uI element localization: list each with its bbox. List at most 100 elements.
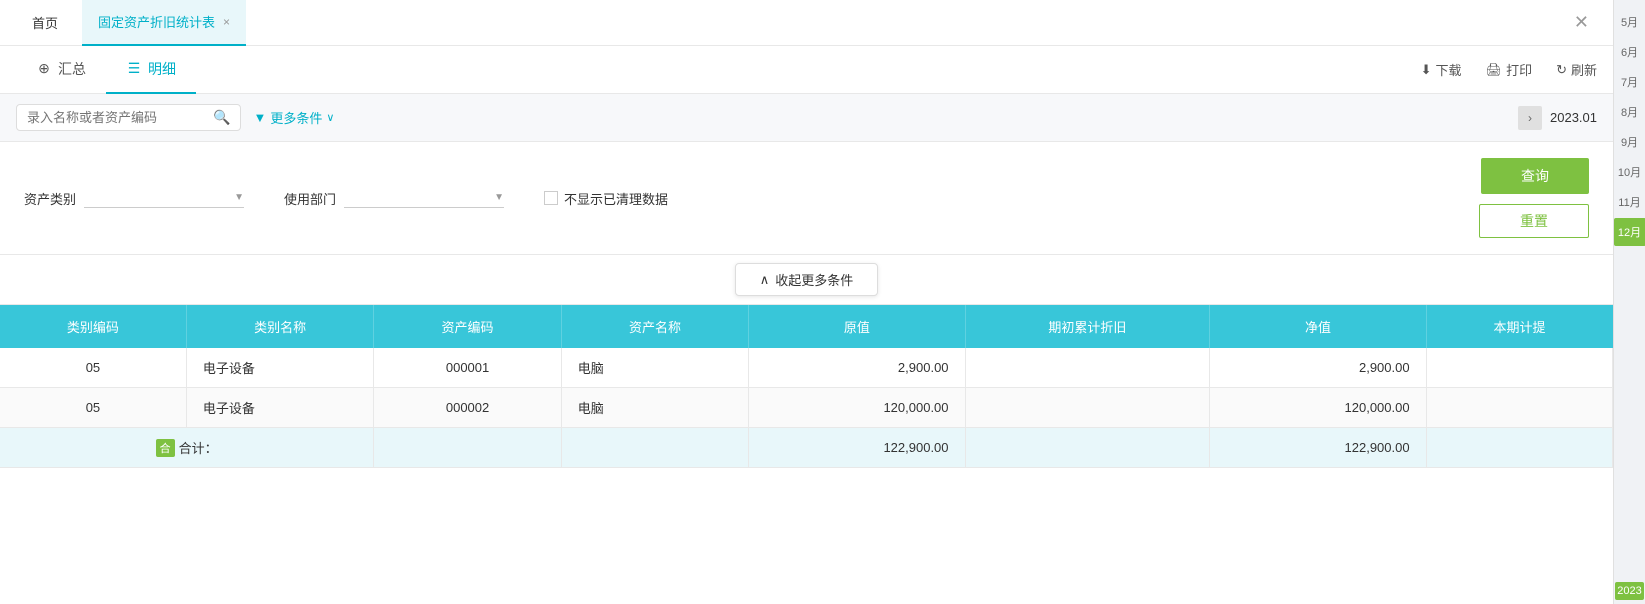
asset-category-select[interactable]: ▼ [84, 188, 244, 208]
total-label-cell: 合 合计： [0, 428, 374, 468]
cell-asset-name: 电脑 [561, 348, 748, 388]
col-accumulated-depreciation: 期初累计折旧 [965, 305, 1210, 348]
cell-asset-name: 电脑 [561, 388, 748, 428]
tab-summary-label: 汇总 [58, 59, 86, 79]
col-net-value: 净值 [1210, 305, 1426, 348]
cell-category-name: 电子设备 [186, 388, 373, 428]
filter-buttons: 查询 重置 [1479, 158, 1589, 238]
sidebar-month-item[interactable]: 8月 [1614, 98, 1645, 126]
use-department-label: 使用部门 [284, 189, 336, 208]
table-header-row: 类别编码 类别名称 资产编码 资产名称 原值 期初累计折旧 净值 本期计提 [0, 305, 1613, 348]
collapse-icon: ∧ [760, 272, 770, 288]
col-category-name: 类别名称 [186, 305, 373, 348]
filter-icon: ▼ [253, 110, 266, 125]
sidebar-month-item[interactable]: 5月 [1614, 8, 1645, 36]
collapse-label: 收起更多条件 [775, 270, 853, 289]
tab-summary[interactable]: ⊕ 汇总 [16, 46, 106, 94]
cell-original-value: 120,000.00 [749, 388, 965, 428]
cell-current-depreciation [1426, 388, 1612, 428]
use-department-filter: 使用部门 ▼ [284, 188, 504, 208]
date-arrow-button[interactable]: › [1518, 106, 1542, 130]
cell-category-code: 05 [0, 348, 186, 388]
total-row: 合 合计： 122,900.00 122,900.00 [0, 428, 1613, 468]
col-current-depreciation: 本期计提 [1426, 305, 1612, 348]
sidebar-month-item[interactable]: 10月 [1614, 158, 1645, 186]
print-icon: 🖨 [1486, 62, 1503, 78]
total-tag: 合 [156, 439, 175, 457]
tab-detail-label: 明细 [148, 59, 176, 79]
filter-area: 资产类别 ▼ 使用部门 ▼ 不显示已清理数据 查询 重置 [0, 142, 1613, 255]
right-sidebar: 5月6月7月8月9月10月11月12月 2023 [1613, 0, 1645, 604]
tab-group: ⊕ 汇总 ☰ 明细 [16, 46, 196, 94]
refresh-button[interactable]: ↻ 刷新 [1556, 60, 1597, 79]
cell-category-code: 05 [0, 388, 186, 428]
asset-category-filter: 资产类别 ▼ [24, 188, 244, 208]
collapse-button[interactable]: ∧ 收起更多条件 [735, 263, 879, 296]
query-button[interactable]: 查询 [1481, 158, 1589, 194]
download-icon: ⬇ [1421, 62, 1432, 78]
hide-cleared-checkbox-box[interactable] [544, 191, 558, 205]
cell-accumulated-depreciation [965, 388, 1210, 428]
cell-current-depreciation [1426, 348, 1612, 388]
cell-asset-code: 000001 [374, 348, 561, 388]
filter-row: 资产类别 ▼ 使用部门 ▼ 不显示已清理数据 查询 重置 [24, 158, 1589, 238]
window-close-button[interactable]: ✕ [1566, 8, 1597, 37]
total-accumulated-depreciation [965, 428, 1210, 468]
total-current-depreciation [1426, 428, 1612, 468]
search-input-wrap[interactable]: 🔍 [16, 104, 241, 131]
sidebar-month-item[interactable]: 6月 [1614, 38, 1645, 66]
sidebar-month-item[interactable]: 11月 [1614, 188, 1645, 216]
total-asset-name [561, 428, 748, 468]
sidebar-month-item[interactable]: 7月 [1614, 68, 1645, 96]
nav-active-tab[interactable]: 固定资产折旧统计表 × [82, 0, 246, 46]
detail-icon: ☰ [126, 61, 142, 77]
print-label: 打印 [1506, 60, 1532, 79]
summary-icon: ⊕ [36, 61, 52, 77]
asset-category-label: 资产类别 [24, 189, 76, 208]
nav-home[interactable]: 首页 [16, 0, 74, 46]
print-button[interactable]: 🖨 打印 [1486, 60, 1533, 79]
search-bar: 🔍 ▼ 更多条件 ∨ › 2023.01 [0, 94, 1613, 142]
download-label: 下载 [1436, 60, 1462, 79]
table-body: 05 电子设备 000001 电脑 2,900.00 2,900.00 05 电… [0, 348, 1613, 468]
refresh-icon: ↻ [1556, 62, 1567, 78]
top-nav: 首页 固定资产折旧统计表 × ✕ [0, 0, 1613, 46]
sidebar-month-item[interactable]: 9月 [1614, 128, 1645, 156]
date-label: 2023.01 [1550, 110, 1597, 125]
total-icon: 合 合计： [156, 438, 218, 457]
cell-category-name: 电子设备 [186, 348, 373, 388]
tab-detail[interactable]: ☰ 明细 [106, 46, 196, 94]
hide-cleared-label: 不显示已清理数据 [564, 189, 668, 208]
total-asset-code [374, 428, 561, 468]
cell-net-value: 2,900.00 [1210, 348, 1426, 388]
cell-original-value: 2,900.00 [749, 348, 965, 388]
col-asset-name: 资产名称 [561, 305, 748, 348]
sidebar-month-item[interactable]: 12月 [1614, 218, 1645, 246]
sidebar-year-badge[interactable]: 2023 [1615, 582, 1643, 600]
table-row: 05 电子设备 000002 电脑 120,000.00 120,000.00 [0, 388, 1613, 428]
refresh-label: 刷新 [1571, 60, 1597, 79]
hide-cleared-checkbox[interactable]: 不显示已清理数据 [544, 189, 668, 208]
total-net-value: 122,900.00 [1210, 428, 1426, 468]
use-department-arrow-icon: ▼ [494, 192, 504, 203]
collapse-bar: ∧ 收起更多条件 [0, 255, 1613, 305]
cell-accumulated-depreciation [965, 348, 1210, 388]
search-icon: 🔍 [213, 109, 230, 126]
chevron-down-icon: ∨ [326, 111, 334, 124]
asset-category-arrow-icon: ▼ [234, 192, 244, 203]
cell-net-value: 120,000.00 [1210, 388, 1426, 428]
more-filter-button[interactable]: ▼ 更多条件 ∨ [253, 108, 334, 127]
use-department-select[interactable]: ▼ [344, 188, 504, 208]
tab-actions: ⬇ 下载 🖨 打印 ↻ 刷新 [1421, 60, 1597, 79]
cell-asset-code: 000002 [374, 388, 561, 428]
search-bar-right: › 2023.01 [1518, 106, 1597, 130]
table-container: 类别编码 类别名称 资产编码 资产名称 原值 期初累计折旧 净值 本期计提 05… [0, 305, 1613, 604]
more-filter-label: 更多条件 [270, 108, 322, 127]
search-input[interactable] [27, 110, 207, 125]
col-original-value: 原值 [749, 305, 965, 348]
download-button[interactable]: ⬇ 下载 [1421, 60, 1462, 79]
reset-button[interactable]: 重置 [1479, 204, 1589, 238]
total-original-value: 122,900.00 [749, 428, 965, 468]
tab-close-icon[interactable]: × [223, 15, 230, 29]
col-asset-code: 资产编码 [374, 305, 561, 348]
